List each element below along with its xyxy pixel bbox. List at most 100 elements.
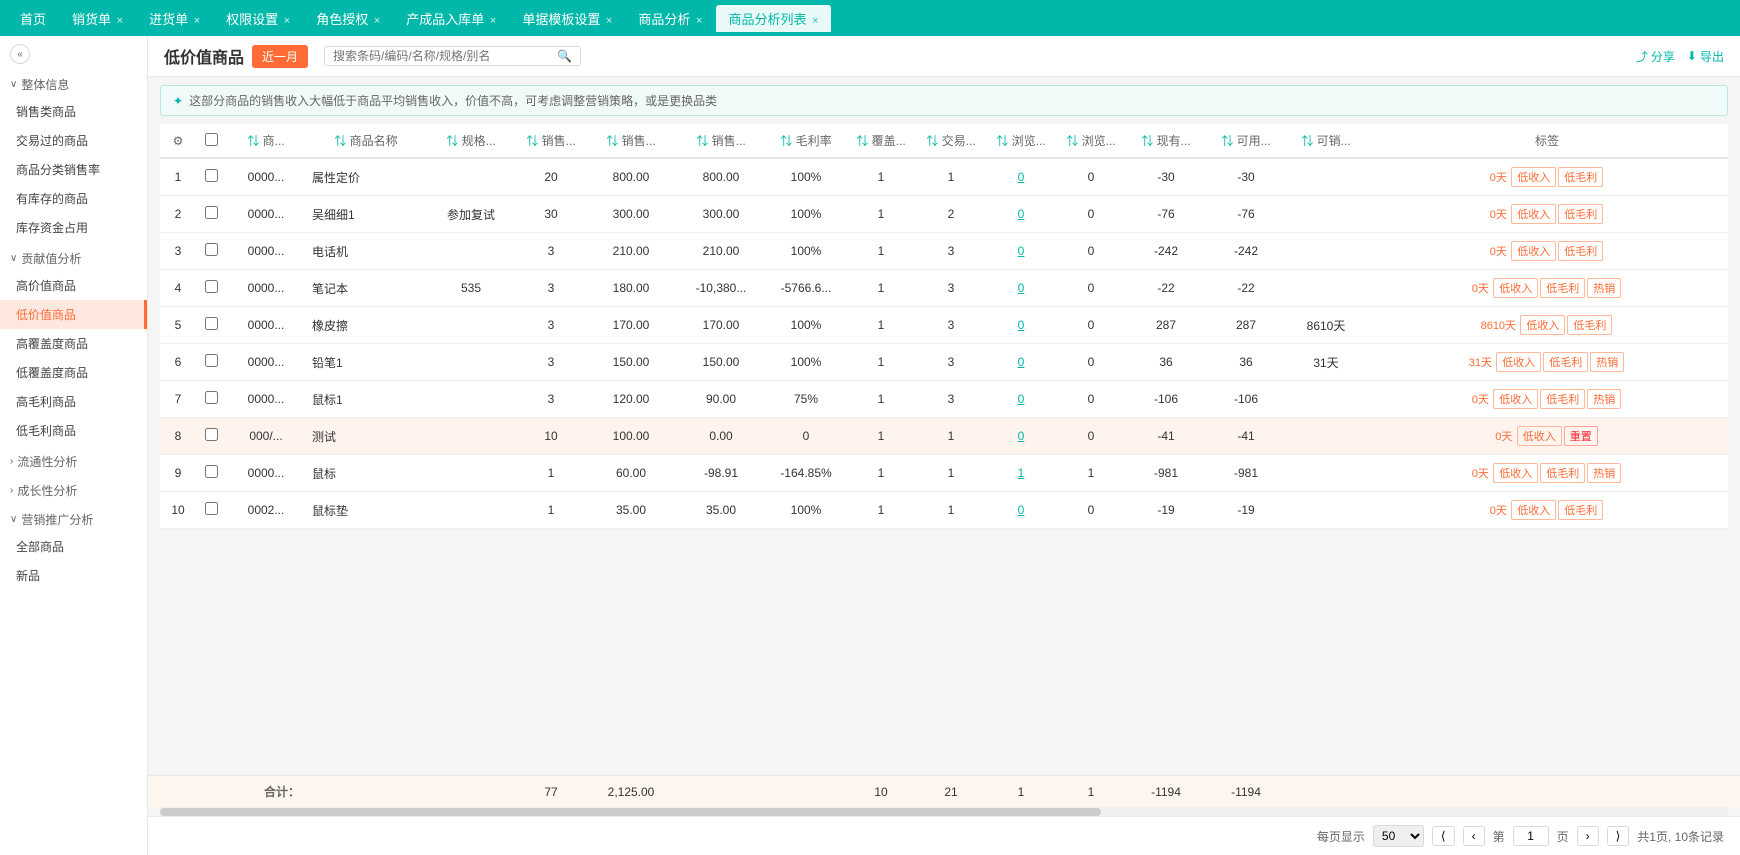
- view-link[interactable]: 0: [1018, 318, 1025, 332]
- row-checkbox[interactable]: [205, 317, 218, 330]
- nav-close-analysis-list[interactable]: ×: [812, 15, 818, 27]
- col-trade[interactable]: ⇅ 交易...: [916, 124, 986, 158]
- page-size-select[interactable]: 50 100: [1373, 825, 1424, 847]
- view-link[interactable]: 0: [1018, 244, 1025, 258]
- col-sale-amount[interactable]: ⇅ 销售...: [676, 124, 766, 158]
- cell-checkbox[interactable]: [196, 381, 226, 418]
- view-link[interactable]: 0: [1018, 355, 1025, 369]
- cell-checkbox[interactable]: [196, 455, 226, 492]
- col-current[interactable]: ⇅ 现有...: [1126, 124, 1206, 158]
- nav-home[interactable]: 首页: [8, 5, 58, 32]
- nav-close-analysis[interactable]: ×: [696, 15, 702, 27]
- current-page-input[interactable]: [1513, 826, 1549, 846]
- view-link[interactable]: 0: [1018, 281, 1025, 295]
- cell-checkbox[interactable]: [196, 158, 226, 196]
- row-checkbox[interactable]: [205, 243, 218, 256]
- sidebar-item-low-value[interactable]: 低价值商品: [0, 300, 147, 329]
- cell-checkbox[interactable]: [196, 307, 226, 344]
- nav-close-template[interactable]: ×: [606, 15, 612, 27]
- nav-close-sales[interactable]: ×: [117, 15, 123, 27]
- col-name[interactable]: ⇅ 商品名称: [306, 124, 426, 158]
- prev-page-button[interactable]: ‹: [1463, 826, 1485, 846]
- col-saleable[interactable]: ⇅ 可销...: [1286, 124, 1366, 158]
- search-input[interactable]: [333, 49, 553, 63]
- view-link[interactable]: 0: [1018, 170, 1025, 184]
- cell-margin: 100%: [766, 344, 846, 381]
- sidebar-item-high-value[interactable]: 高价值商品: [0, 271, 147, 300]
- col-code[interactable]: ⇅ 商...: [226, 124, 306, 158]
- row-checkbox[interactable]: [205, 428, 218, 441]
- nav-product-stock[interactable]: 产成品入库单 ×: [394, 5, 508, 32]
- sidebar-group-marketing[interactable]: ∨ 营销推广分析: [0, 503, 147, 532]
- row-checkbox[interactable]: [205, 280, 218, 293]
- col-available[interactable]: ⇅ 可用...: [1206, 124, 1286, 158]
- col-view1[interactable]: ⇅ 浏览...: [986, 124, 1056, 158]
- row-checkbox[interactable]: [205, 391, 218, 404]
- cell-checkbox[interactable]: [196, 418, 226, 455]
- share-button[interactable]: ⤴ 分享: [1636, 48, 1675, 65]
- col-margin[interactable]: ⇅ 毛利率: [766, 124, 846, 158]
- nav-close-permissions[interactable]: ×: [284, 15, 290, 27]
- cell-current: -242: [1126, 233, 1206, 270]
- select-all-checkbox[interactable]: [205, 133, 218, 146]
- col-spec[interactable]: ⇅ 规格...: [426, 124, 516, 158]
- sidebar-item-stock-funds[interactable]: 库存资金占用: [0, 213, 147, 242]
- cell-checkbox[interactable]: [196, 492, 226, 529]
- first-page-button[interactable]: ⟨: [1432, 826, 1455, 846]
- sidebar-item-sales-products[interactable]: 销售类商品: [0, 97, 147, 126]
- sidebar-item-all-products[interactable]: 全部商品: [0, 532, 147, 561]
- sidebar-item-high-margin[interactable]: 高毛利商品: [0, 387, 147, 416]
- sidebar-group-contribution[interactable]: ∨ 贡献值分析: [0, 242, 147, 271]
- nav-template[interactable]: 单据模板设置 ×: [510, 5, 624, 32]
- row-checkbox[interactable]: [205, 465, 218, 478]
- export-button[interactable]: ⬇ 导出: [1687, 48, 1724, 65]
- nav-purchase[interactable]: 进货单 ×: [137, 5, 212, 32]
- nav-roles[interactable]: 角色授权 ×: [304, 5, 392, 32]
- horizontal-scrollbar[interactable]: [160, 808, 1728, 816]
- nav-close-purchase[interactable]: ×: [194, 15, 200, 27]
- sidebar-group-growth[interactable]: › 成长性分析: [0, 474, 147, 503]
- view-link[interactable]: 0: [1018, 503, 1025, 517]
- summary-coverage: 10: [846, 776, 916, 808]
- tag-低毛利: 低毛利: [1540, 463, 1585, 483]
- nav-close-roles[interactable]: ×: [374, 15, 380, 27]
- sidebar-item-category-sales[interactable]: 商品分类销售率: [0, 155, 147, 184]
- col-sale-qty[interactable]: ⇅ 销售...: [516, 124, 586, 158]
- col-setting[interactable]: ⚙: [160, 124, 196, 158]
- cell-spec: [426, 307, 516, 344]
- col-coverage[interactable]: ⇅ 覆盖...: [846, 124, 916, 158]
- nav-close-product-stock[interactable]: ×: [490, 15, 496, 27]
- sidebar-group-circulation[interactable]: › 流通性分析: [0, 445, 147, 474]
- view-link[interactable]: 0: [1018, 392, 1025, 406]
- sidebar-item-stocked-products[interactable]: 有库存的商品: [0, 184, 147, 213]
- cell-checkbox[interactable]: [196, 270, 226, 307]
- sidebar-item-traded-products[interactable]: 交易过的商品: [0, 126, 147, 155]
- sidebar-group-overall[interactable]: ∨ 整体信息: [0, 68, 147, 97]
- nav-sales[interactable]: 销货单 ×: [60, 5, 135, 32]
- row-checkbox[interactable]: [205, 206, 218, 219]
- filter-month-button[interactable]: 近一月: [252, 45, 308, 68]
- view-link[interactable]: 0: [1018, 429, 1025, 443]
- sidebar-item-low-coverage[interactable]: 低覆盖度商品: [0, 358, 147, 387]
- col-checkbox[interactable]: [196, 124, 226, 158]
- nav-permissions[interactable]: 权限设置 ×: [214, 5, 302, 32]
- last-page-button[interactable]: ⟩: [1607, 826, 1630, 846]
- row-checkbox[interactable]: [205, 502, 218, 515]
- sidebar-item-low-margin[interactable]: 低毛利商品: [0, 416, 147, 445]
- cell-checkbox[interactable]: [196, 196, 226, 233]
- sidebar-item-high-coverage[interactable]: 高覆盖度商品: [0, 329, 147, 358]
- view-link[interactable]: 1: [1018, 466, 1025, 480]
- next-page-button[interactable]: ›: [1577, 826, 1599, 846]
- cell-checkbox[interactable]: [196, 344, 226, 381]
- col-sale-price[interactable]: ⇅ 销售...: [586, 124, 676, 158]
- search-icon[interactable]: 🔍: [557, 49, 572, 63]
- cell-checkbox[interactable]: [196, 233, 226, 270]
- row-checkbox[interactable]: [205, 354, 218, 367]
- view-link[interactable]: 0: [1018, 207, 1025, 221]
- sidebar-collapse-btn[interactable]: «: [10, 44, 30, 64]
- row-checkbox[interactable]: [205, 169, 218, 182]
- nav-product-analysis[interactable]: 商品分析 ×: [626, 5, 714, 32]
- sidebar-item-new-products[interactable]: 新品: [0, 561, 147, 590]
- nav-analysis-list[interactable]: 商品分析列表 ×: [716, 5, 830, 32]
- col-view2[interactable]: ⇅ 浏览...: [1056, 124, 1126, 158]
